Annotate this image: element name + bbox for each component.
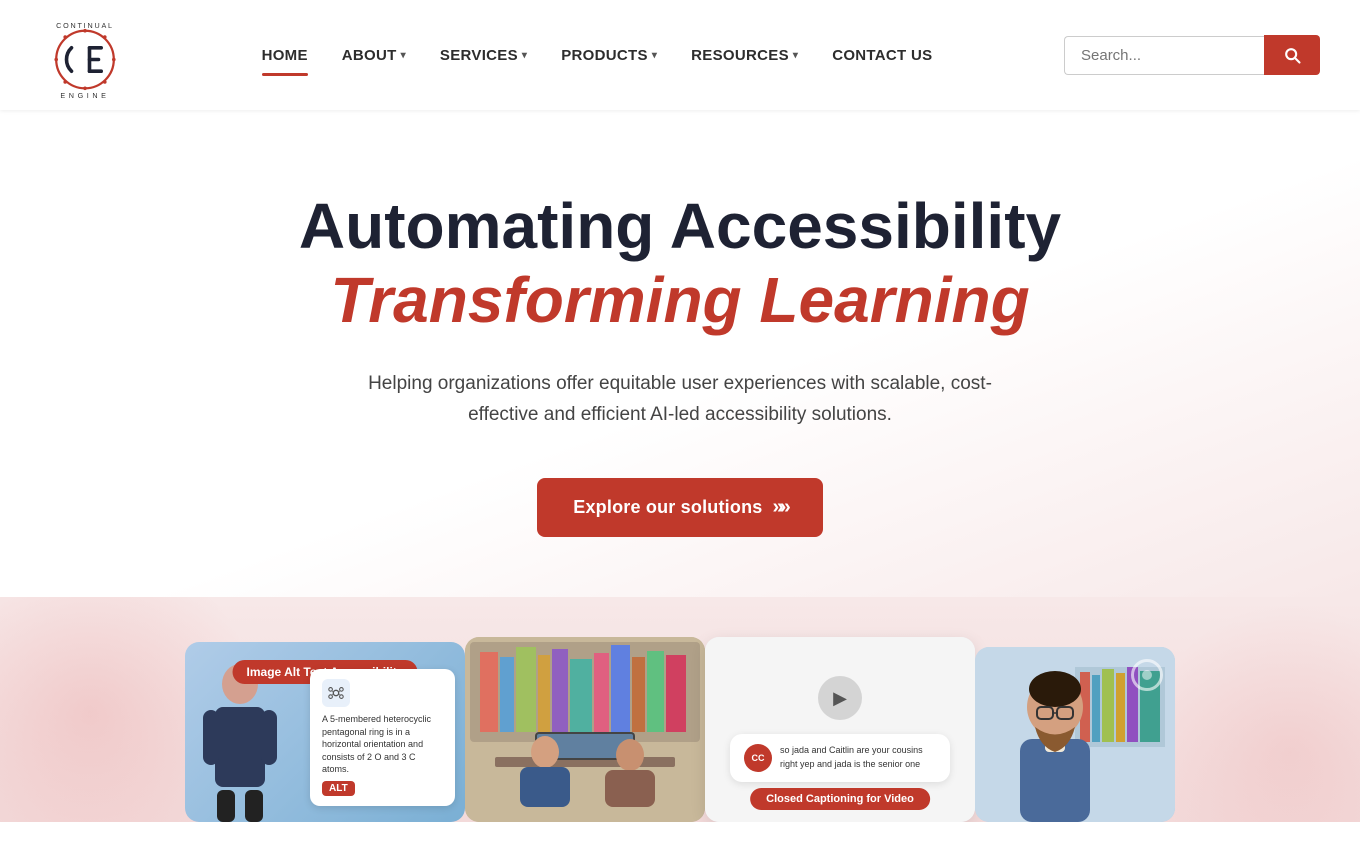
about-chevron-icon: ▾ — [401, 50, 406, 61]
main-nav: HOME ABOUT ▾ SERVICES ▾ PRODUCTS ▾ RESOU… — [130, 39, 1064, 72]
explore-solutions-button[interactable]: Explore our solutions »» — [537, 478, 822, 537]
alt-label-badge: ALT — [322, 781, 355, 796]
scroll-dot — [1142, 670, 1152, 680]
caption-bubble: CC so jada and Caitlin are your cousins … — [730, 734, 950, 782]
search-input[interactable] — [1064, 36, 1264, 75]
person1-illustration — [195, 662, 285, 822]
logo-area: CONTINUAL ENGINE — [40, 10, 130, 100]
cards-section: Image Alt Text Accessibility — [0, 597, 1360, 822]
card-closed-caption: ▶ CC so jada and Caitlin are your cousin… — [705, 637, 975, 822]
nav-resources[interactable]: RESOURCES ▾ — [677, 39, 812, 72]
closed-caption-label: Closed Captioning for Video — [750, 788, 930, 810]
card-ppt: PPT — [975, 647, 1175, 822]
services-chevron-icon: ▾ — [522, 50, 527, 61]
card4-background: PPT — [975, 647, 1175, 822]
search-area — [1064, 35, 1320, 75]
card2-background — [465, 637, 705, 822]
nav-home[interactable]: HOME — [248, 39, 322, 72]
svg-text:CONTINUAL: CONTINUAL — [56, 21, 114, 30]
search-button[interactable] — [1264, 35, 1320, 75]
site-header: CONTINUAL ENGINE HOME ABOUT — [0, 0, 1360, 110]
svg-text:ENGINE: ENGINE — [60, 91, 109, 100]
card-person-video — [465, 637, 705, 822]
alt-text-description: A 5-membered heterocyclic pentagonal rin… — [322, 713, 443, 776]
logo-icon[interactable]: CONTINUAL ENGINE — [40, 10, 130, 100]
arrows-icon: »» — [772, 496, 786, 519]
nav-about[interactable]: ABOUT ▾ — [328, 39, 420, 72]
nav-contact[interactable]: CONTACT US — [818, 39, 946, 72]
nav-products[interactable]: PRODUCTS ▾ — [547, 39, 671, 72]
scroll-indicator — [1131, 659, 1163, 691]
nav-services[interactable]: SERVICES ▾ — [426, 39, 541, 72]
card-image-alt: Image Alt Text Accessibility — [185, 642, 465, 822]
molecule-icon — [322, 679, 350, 707]
search-icon — [1282, 45, 1302, 65]
hero-subtitle: Helping organizations offer equitable us… — [360, 369, 1000, 430]
play-button-icon: ▶ — [818, 676, 862, 720]
alt-text-box-header — [322, 679, 443, 707]
alt-text-box: A 5-membered heterocyclic pentagonal rin… — [310, 669, 455, 806]
hero-heading: Automating Accessibility Transforming Le… — [40, 190, 1320, 337]
hero-section: Automating Accessibility Transforming Le… — [0, 110, 1360, 597]
caption-text: so jada and Caitlin are your cousins rig… — [780, 744, 923, 771]
resources-chevron-icon: ▾ — [793, 50, 798, 61]
cards-row: Image Alt Text Accessibility — [0, 637, 1360, 822]
person-laptop-illustration — [465, 637, 705, 822]
products-chevron-icon: ▾ — [652, 50, 657, 61]
cc-avatar: CC — [744, 744, 772, 772]
